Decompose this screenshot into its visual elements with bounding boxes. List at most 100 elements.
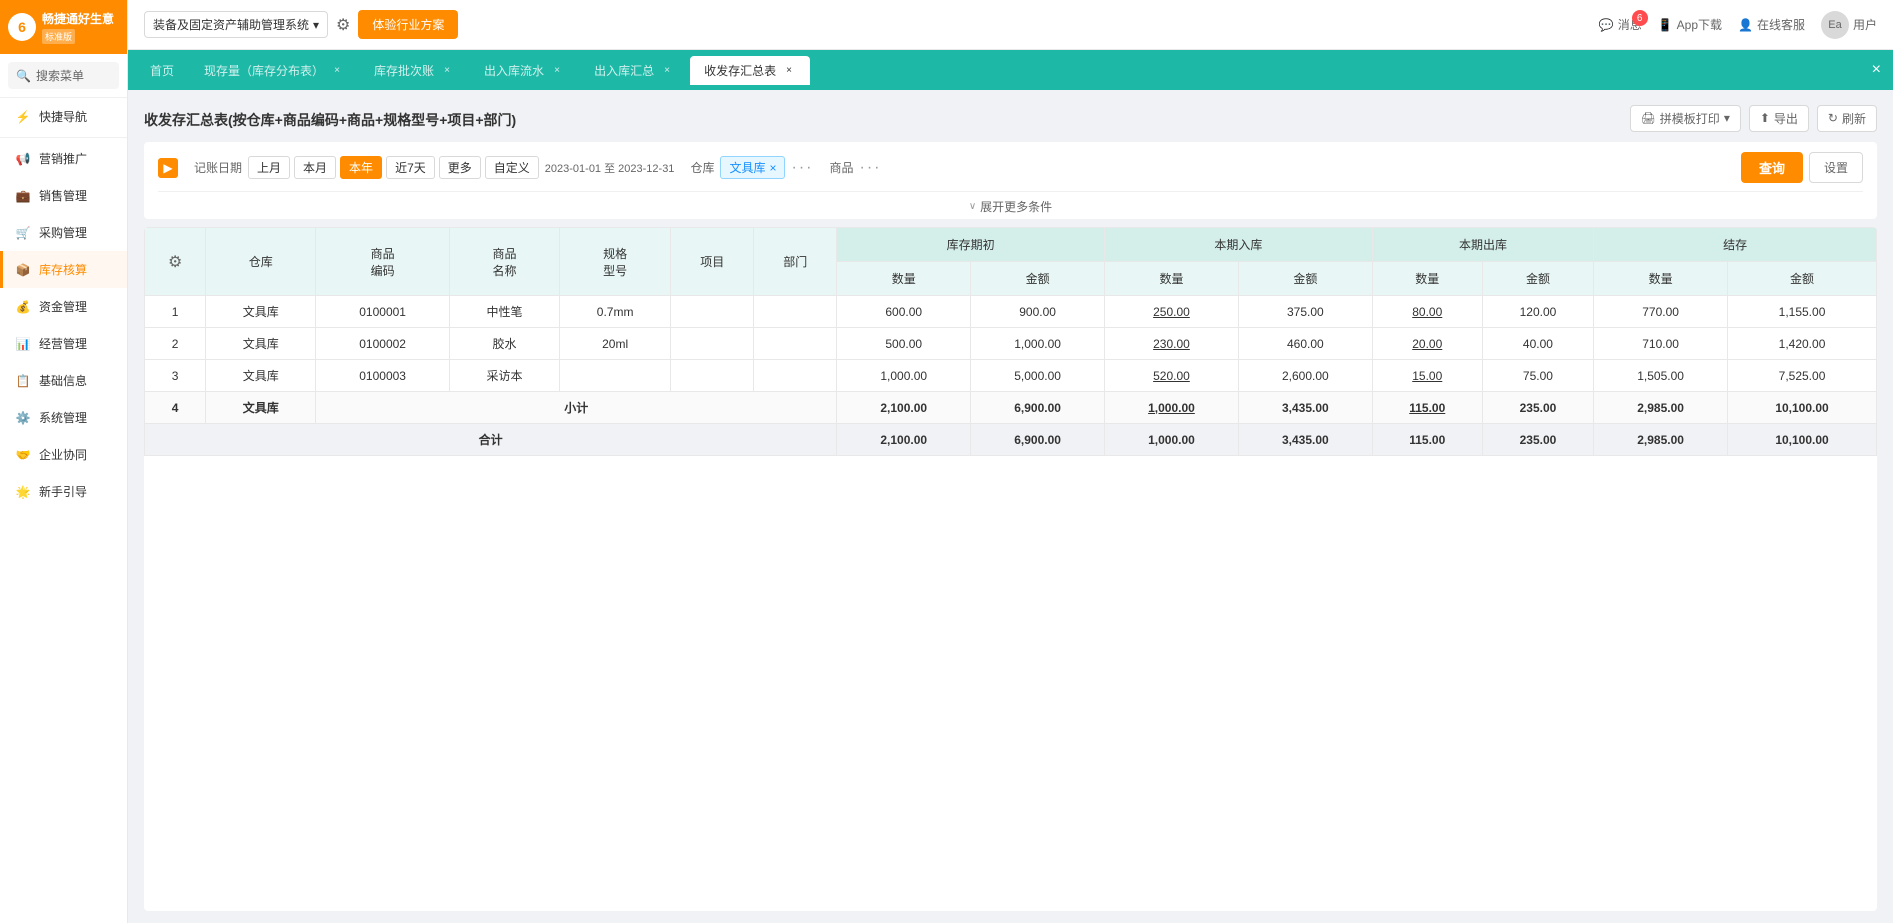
sidebar-item-quick-nav[interactable]: ⚡ 快捷导航 (0, 98, 127, 135)
tab-close-icon[interactable]: × (330, 63, 344, 77)
goods-filter: 商品 ··· (829, 159, 881, 177)
export-button[interactable]: ⬆ 导出 (1749, 105, 1809, 132)
this-year-btn[interactable]: 本年 (340, 156, 382, 179)
row-out-qty[interactable]: 15.00 (1372, 360, 1482, 392)
user-item[interactable]: Ea 用户 (1821, 11, 1877, 39)
sidebar-item-base-info[interactable]: 📋 基础信息 (0, 362, 127, 399)
message-item[interactable]: 💬 消息 6 (1599, 16, 1642, 33)
warehouse-tag-close-icon[interactable]: × (769, 161, 776, 175)
search-button[interactable]: 🔍 搜索菜单 (8, 62, 119, 89)
filter-expand-row[interactable]: ∨ 展开更多条件 (158, 191, 1863, 219)
col-settings-icon[interactable]: ⚙ (168, 254, 182, 271)
service-icon: 👤 (1738, 18, 1753, 32)
table-row: 3 文具库 0100003 采访本 1,000.00 5,000.00 520.… (145, 360, 1877, 392)
tab-recv-send[interactable]: 收发存汇总表 × (690, 56, 810, 85)
sidebar-search-area: 🔍 搜索菜单 (0, 54, 127, 98)
row-out-qty[interactable]: 80.00 (1372, 296, 1482, 328)
row-close-qty: 710.00 (1594, 328, 1728, 360)
row-project (671, 328, 754, 360)
avatar: Ea (1821, 11, 1849, 39)
in-amt-subheader: 金额 (1238, 262, 1372, 296)
sidebar-item-enterprise[interactable]: 🤝 企业协同 (0, 436, 127, 473)
sidebar-item-purchase[interactable]: 🛒 采购管理 (0, 214, 127, 251)
row-no: 3 (145, 360, 206, 392)
subtotal-out-amt: 235.00 (1482, 392, 1593, 424)
row-in-qty[interactable]: 230.00 (1105, 328, 1239, 360)
tab-inout-flow[interactable]: 出入库流水 × (470, 56, 578, 85)
print-icon: 🖨 (1641, 111, 1656, 125)
sidebar-item-label: 资金管理 (39, 298, 87, 315)
sidebar-item-system[interactable]: ⚙️ 系统管理 (0, 399, 127, 436)
page-content-area: 收发存汇总表(按仓库+商品编码+商品+规格型号+项目+部门) 🖨 拼模板打印 ▾… (128, 90, 1893, 923)
subtotal-in-qty: 1,000.00 (1105, 392, 1239, 424)
row-open-amt: 5,000.00 (971, 360, 1105, 392)
warehouse-ellipsis[interactable]: ··· (791, 159, 813, 177)
tab-inout-summary[interactable]: 出入库汇总 × (580, 56, 688, 85)
custom-date-btn[interactable]: 自定义 (485, 156, 539, 179)
tab-close-icon[interactable]: × (550, 63, 564, 77)
tab-close-icon[interactable]: × (660, 63, 674, 77)
sidebar-item-marketing[interactable]: 📢 营销推广 (0, 140, 127, 177)
sidebar-item-label: 营销推广 (39, 150, 87, 167)
sidebar-item-label: 基础信息 (39, 372, 87, 389)
close-qty-subheader: 数量 (1594, 262, 1728, 296)
row-in-qty[interactable]: 520.00 (1105, 360, 1239, 392)
col-goods-code-header: 商品编码 (316, 228, 450, 296)
sidebar-item-label: 库存核算 (39, 261, 87, 278)
filter-toggle[interactable]: ▶ (158, 158, 178, 178)
row-out-qty[interactable]: 20.00 (1372, 328, 1482, 360)
sidebar-item-inventory[interactable]: 📦 库存核算 (0, 251, 127, 288)
close-all-tabs-button[interactable]: × (1868, 57, 1885, 83)
logo-badge: 标准版 (42, 29, 75, 44)
col-settings-header[interactable]: ⚙ (145, 228, 206, 296)
tab-batch[interactable]: 库存批次账 × (360, 56, 468, 85)
row-close-amt: 1,155.00 (1728, 296, 1877, 328)
system-title-dropdown[interactable]: 装备及固定资产辅助管理系统 ▾ (144, 11, 328, 38)
export-label: 导出 (1774, 110, 1798, 127)
table-row: 1 文具库 0100001 中性笔 0.7mm 600.00 900.00 25… (145, 296, 1877, 328)
date-buttons: 上月 本月 本年 近7天 更多 自定义 (248, 156, 539, 179)
tab-stock-dist[interactable]: 现存量（库存分布表） × (190, 56, 358, 85)
tab-close-icon[interactable]: × (440, 63, 454, 77)
row-out-amt: 120.00 (1482, 296, 1593, 328)
col-opening-header: 库存期初 (837, 228, 1105, 262)
app-download-item[interactable]: 📱 App下载 (1658, 16, 1722, 33)
enterprise-icon: 🤝 (15, 447, 31, 463)
page-title: 收发存汇总表(按仓库+商品编码+商品+规格型号+项目+部门) (144, 102, 516, 134)
row-no: 2 (145, 328, 206, 360)
try-industry-button[interactable]: 体验行业方案 (358, 10, 458, 39)
sidebar-item-label: 快捷导航 (39, 108, 87, 125)
row-close-qty: 770.00 (1594, 296, 1728, 328)
row-name: 中性笔 (450, 296, 560, 328)
sidebar-item-sales[interactable]: 💼 销售管理 (0, 177, 127, 214)
filter-toggle-icon[interactable]: ▶ (158, 158, 178, 178)
col-outbound-header: 本期出库 (1372, 228, 1593, 262)
online-service-item[interactable]: 👤 在线客服 (1738, 16, 1805, 33)
row-no: 1 (145, 296, 206, 328)
gear-icon[interactable]: ⚙ (336, 15, 350, 35)
print-button[interactable]: 🖨 拼模板打印 ▾ (1630, 105, 1741, 132)
last-7-days-btn[interactable]: 近7天 (386, 156, 435, 179)
expand-label: 展开更多条件 (980, 198, 1052, 215)
query-button[interactable]: 查询 (1741, 152, 1803, 183)
last-month-btn[interactable]: 上月 (248, 156, 290, 179)
total-row: 合计 2,100.00 6,900.00 1,000.00 3,435.00 1… (145, 424, 1877, 456)
total-out-amt: 235.00 (1482, 424, 1593, 456)
data-table: ⚙ 仓库 商品编码 商品名称 规格型号 项目 部门 库存期初 本期入库 本期出库… (144, 227, 1877, 456)
warehouse-tag[interactable]: 文具库 × (720, 156, 785, 179)
tab-close-icon[interactable]: × (782, 63, 796, 77)
refresh-button[interactable]: ↻ 刷新 (1817, 105, 1877, 132)
row-in-qty[interactable]: 250.00 (1105, 296, 1239, 328)
this-month-btn[interactable]: 本月 (294, 156, 336, 179)
goods-ellipsis[interactable]: ··· (859, 159, 881, 177)
page-inner: 收发存汇总表(按仓库+商品编码+商品+规格型号+项目+部门) 🖨 拼模板打印 ▾… (128, 90, 1893, 923)
tab-home[interactable]: 首页 (136, 56, 188, 85)
out-amt-subheader: 金额 (1482, 262, 1593, 296)
sidebar-item-guide[interactable]: 🌟 新手引导 (0, 473, 127, 510)
sidebar-item-finance[interactable]: 💰 资金管理 (0, 288, 127, 325)
settings-button[interactable]: 设置 (1809, 152, 1863, 183)
more-date-btn[interactable]: 更多 (439, 156, 481, 179)
sidebar-item-operations[interactable]: 📊 经营管理 (0, 325, 127, 362)
row-in-amt: 2,600.00 (1238, 360, 1372, 392)
row-close-amt: 1,420.00 (1728, 328, 1877, 360)
